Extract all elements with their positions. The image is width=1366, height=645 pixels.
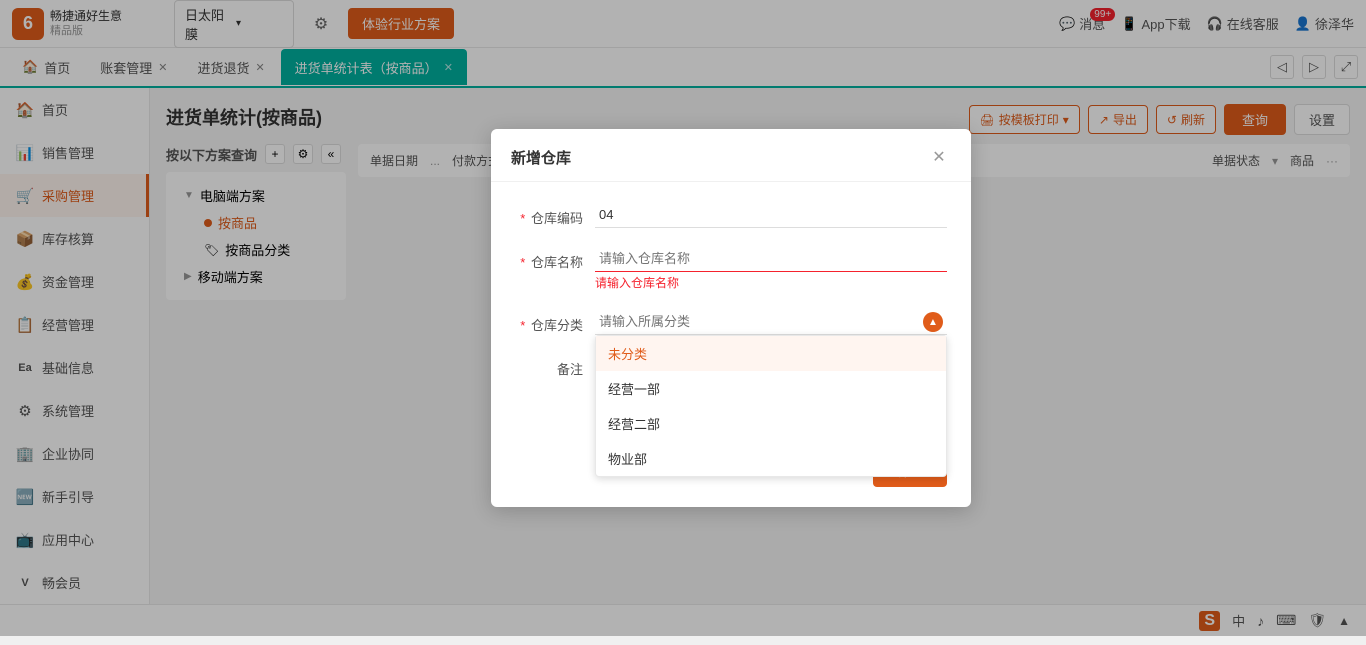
required-star: * <box>520 318 525 333</box>
form-row-category: * 仓库分类 ▲ 未分类 经营一部 经营二部 物业部 <box>515 309 947 335</box>
required-star: * <box>520 255 525 270</box>
category-toggle-btn[interactable]: ▲ <box>923 312 943 332</box>
category-select-input[interactable] <box>595 309 947 335</box>
dialog-title: 新增仓库 <box>511 147 571 168</box>
dialog-close-button[interactable]: ✕ <box>927 145 951 169</box>
required-star: * <box>520 211 525 226</box>
warehouse-code-input[interactable] <box>595 202 947 228</box>
dialog-body: * 仓库编码 * 仓库名称 请输入仓库名称 * 仓库分类 <box>491 182 971 444</box>
dropdown-item-1[interactable]: 经营一部 <box>596 371 946 406</box>
new-warehouse-dialog: 新增仓库 ✕ * 仓库编码 * 仓库名称 请输入仓库名称 <box>491 129 971 507</box>
category-dropdown: 未分类 经营一部 经营二部 物业部 <box>595 335 947 477</box>
dropdown-item-0[interactable]: 未分类 <box>596 336 946 371</box>
form-row-code: * 仓库编码 <box>515 202 947 228</box>
dropdown-item-2[interactable]: 经营二部 <box>596 406 946 441</box>
dialog-header: 新增仓库 ✕ <box>491 129 971 182</box>
warehouse-name-input[interactable] <box>595 246 947 272</box>
name-error-text: 请输入仓库名称 <box>595 274 947 291</box>
form-row-name: * 仓库名称 请输入仓库名称 <box>515 246 947 291</box>
dropdown-item-3[interactable]: 物业部 <box>596 441 946 476</box>
